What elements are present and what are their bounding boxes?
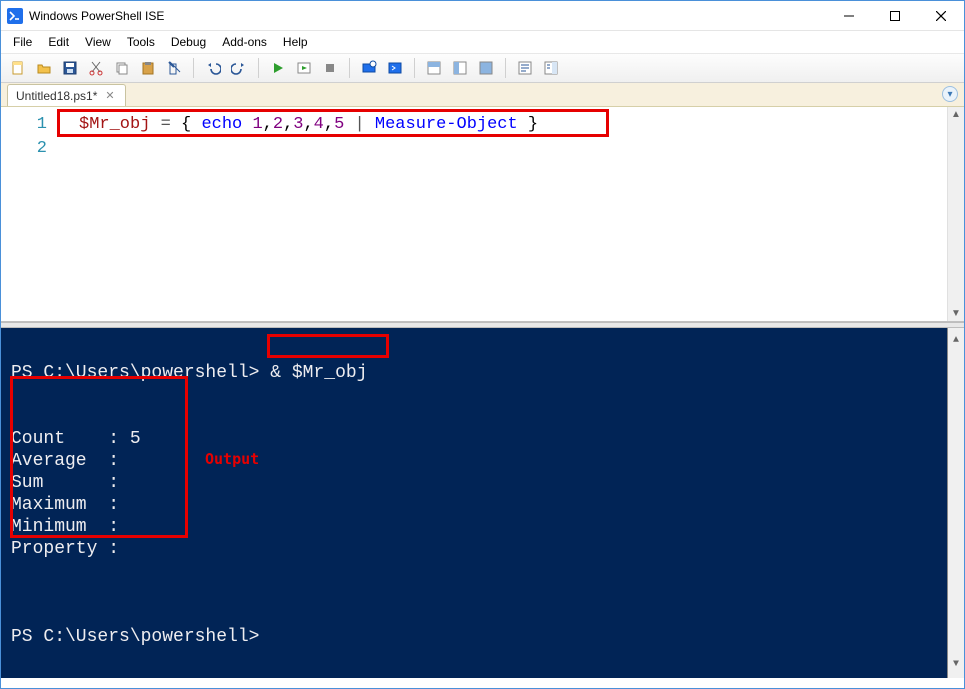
tab-close-icon[interactable]: ✕ (103, 89, 116, 102)
redo-button[interactable] (228, 57, 250, 79)
menu-debug[interactable]: Debug (163, 32, 214, 52)
menu-file[interactable]: File (5, 32, 40, 52)
save-file-button[interactable] (59, 57, 81, 79)
output-line: Count : 5 (11, 429, 141, 449)
scroll-up-icon[interactable]: ▲ (951, 109, 961, 120)
app-icon (7, 8, 23, 24)
scroll-up-icon[interactable]: ▲ (953, 330, 959, 352)
scroll-down-icon[interactable]: ▼ (951, 308, 961, 319)
window-edge (1, 678, 964, 688)
toolbar-separator (349, 58, 350, 78)
scroll-down-icon[interactable]: ▼ (953, 654, 959, 676)
output-line: Sum : (11, 473, 119, 493)
show-command-addon-button[interactable] (540, 57, 562, 79)
paste-button[interactable] (137, 57, 159, 79)
menu-bar: File Edit View Tools Debug Add-ons Help (1, 31, 964, 53)
console-scrollbar[interactable]: ▲ ▼ (947, 328, 964, 678)
tab-strip: Untitled18.ps1* ✕ ▾ (1, 83, 964, 107)
expand-script-pane-button[interactable]: ▾ (942, 86, 958, 102)
close-button[interactable] (918, 1, 964, 31)
output-line: Property : (11, 539, 119, 559)
layout-script-top-button[interactable] (423, 57, 445, 79)
layout-side-by-side-button[interactable] (449, 57, 471, 79)
console-pane[interactable]: PS C:\Users\powershell> & $Mr_obj Count … (1, 328, 964, 678)
toolbar-separator (505, 58, 506, 78)
code-line-1: $Mr_obj = { echo 1,2,3,4,5 | Measure-Obj… (79, 113, 947, 137)
toolbar-separator (414, 58, 415, 78)
maximize-button[interactable] (872, 1, 918, 31)
annotation-box (267, 334, 389, 358)
file-tab-label: Untitled18.ps1* (16, 89, 97, 103)
stop-button[interactable] (319, 57, 341, 79)
toolbar-separator (193, 58, 194, 78)
open-file-button[interactable] (33, 57, 55, 79)
output-line: Average : (11, 451, 119, 471)
copy-button[interactable] (111, 57, 133, 79)
editor-scrollbar[interactable]: ▲ ▼ (947, 107, 964, 321)
show-command-button[interactable] (514, 57, 536, 79)
menu-edit[interactable]: Edit (40, 32, 77, 52)
menu-view[interactable]: View (77, 32, 119, 52)
layout-full-button[interactable] (475, 57, 497, 79)
output-line: Minimum : (11, 517, 119, 537)
toolbar (1, 53, 964, 83)
annotation-label: Output (205, 448, 259, 470)
window-title: Windows PowerShell ISE (29, 9, 164, 23)
new-file-button[interactable] (7, 57, 29, 79)
start-powershell-button[interactable] (384, 57, 406, 79)
toolbar-separator (258, 58, 259, 78)
line-number: 2 (1, 137, 47, 161)
cut-button[interactable] (85, 57, 107, 79)
clear-button[interactable] (163, 57, 185, 79)
file-tab[interactable]: Untitled18.ps1* ✕ (7, 84, 126, 106)
undo-button[interactable] (202, 57, 224, 79)
prompt: PS C:\Users\powershell> (11, 363, 259, 383)
menu-tools[interactable]: Tools (119, 32, 163, 52)
line-number-gutter: 1 2 (1, 107, 61, 321)
run-script-button[interactable] (267, 57, 289, 79)
output-line: Maximum : (11, 495, 119, 515)
line-number: 1 (1, 113, 47, 137)
console-command: & $Mr_obj (259, 363, 367, 383)
title-bar: Windows PowerShell ISE (1, 1, 964, 31)
minimize-button[interactable] (826, 1, 872, 31)
menu-help[interactable]: Help (275, 32, 316, 52)
run-selection-button[interactable] (293, 57, 315, 79)
prompt: PS C:\Users\powershell> (11, 627, 259, 647)
code-area[interactable]: $Mr_obj = { echo 1,2,3,4,5 | Measure-Obj… (61, 107, 947, 321)
script-editor-pane[interactable]: 1 2 $Mr_obj = { echo 1,2,3,4,5 | Measure… (1, 107, 964, 322)
new-remote-tab-button[interactable] (358, 57, 380, 79)
menu-addons[interactable]: Add-ons (214, 32, 275, 52)
